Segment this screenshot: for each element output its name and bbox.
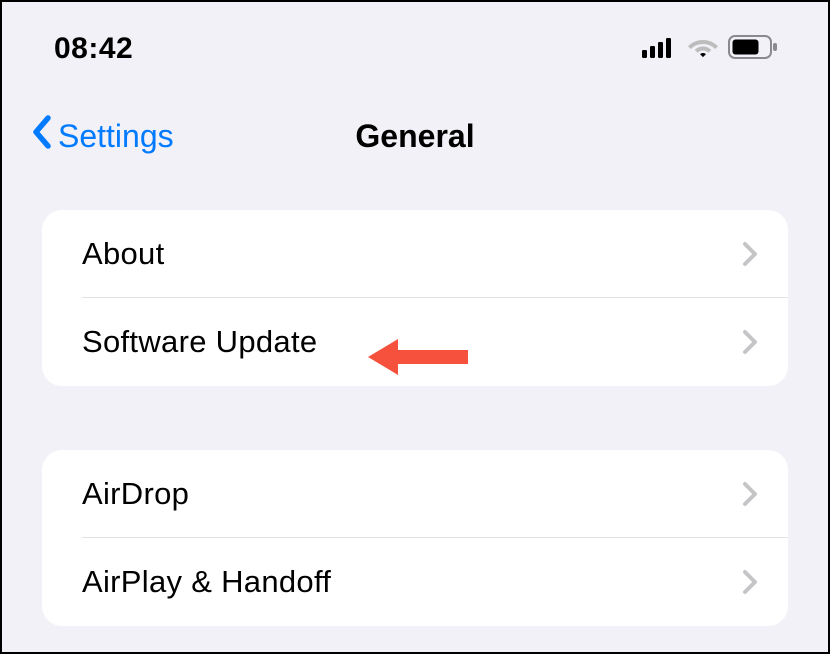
list-item-label: AirPlay & Handoff: [82, 564, 331, 600]
list-item-airplay-handoff[interactable]: AirPlay & Handoff: [42, 538, 788, 626]
list-item-label: About: [82, 236, 165, 272]
list-item-about[interactable]: About: [42, 210, 788, 298]
battery-icon: [728, 35, 778, 64]
list-group-1: About Software Update: [42, 210, 788, 386]
list-item-label: AirDrop: [82, 476, 189, 512]
page-title: General: [355, 118, 474, 155]
cellular-signal-icon: [642, 36, 678, 63]
chevron-right-icon: [742, 481, 758, 507]
chevron-right-icon: [742, 329, 758, 355]
back-button[interactable]: Settings: [30, 114, 174, 158]
list-item-software-update[interactable]: Software Update: [42, 298, 788, 386]
status-icons: [642, 35, 778, 64]
nav-bar: Settings General: [2, 74, 828, 182]
wifi-icon: [688, 36, 718, 63]
list-item-airdrop[interactable]: AirDrop: [42, 450, 788, 538]
list-group-2: AirDrop AirPlay & Handoff: [42, 450, 788, 626]
back-label: Settings: [58, 118, 174, 155]
list-item-label: Software Update: [82, 324, 317, 360]
status-bar: 08:42: [2, 2, 828, 74]
status-time: 08:42: [54, 32, 133, 66]
chevron-right-icon: [742, 569, 758, 595]
chevron-right-icon: [742, 241, 758, 267]
chevron-left-icon: [30, 114, 54, 158]
